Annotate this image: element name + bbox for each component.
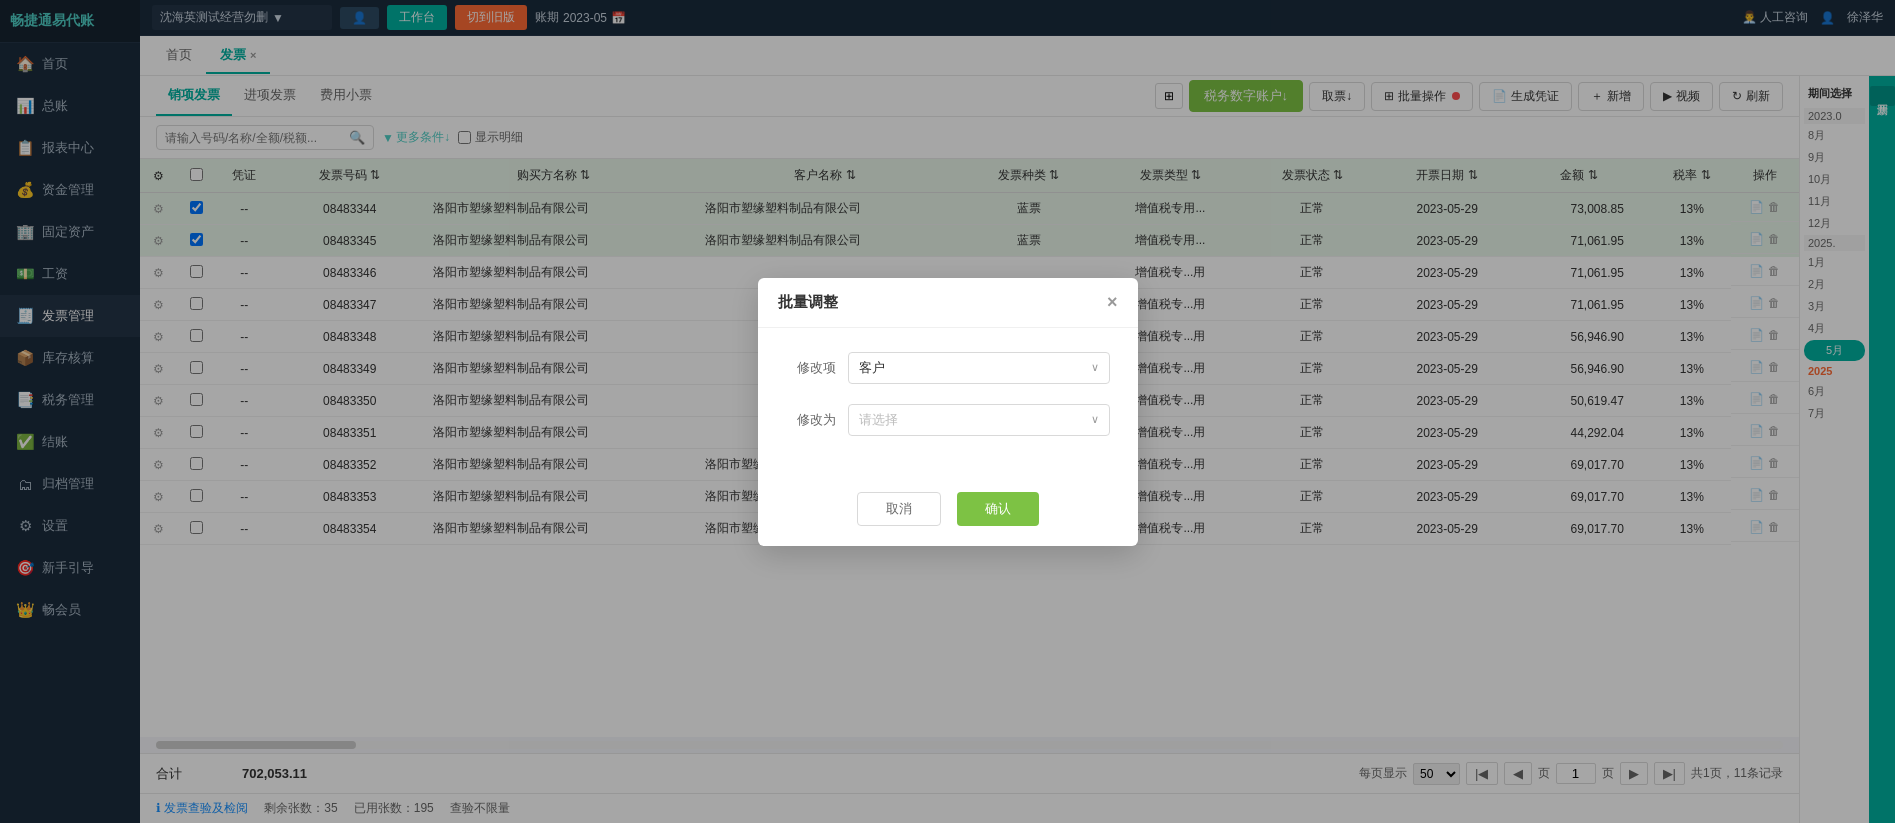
modify-item-chevron: ∨: [1091, 361, 1099, 374]
modal-cancel-btn[interactable]: 取消: [857, 492, 941, 526]
modal-overlay: 批量调整 × 修改项 客户 ∨ 修改为 请选择 ∨ 取消 确认: [0, 0, 1895, 823]
modal-close-btn[interactable]: ×: [1107, 292, 1118, 313]
batch-adjust-modal: 批量调整 × 修改项 客户 ∨ 修改为 请选择 ∨ 取消 确认: [758, 278, 1138, 546]
modal-row-modify-to: 修改为 请选择 ∨: [786, 404, 1110, 436]
modal-confirm-btn[interactable]: 确认: [957, 492, 1039, 526]
modal-row-modify-item: 修改项 客户 ∨: [786, 352, 1110, 384]
modify-item-select[interactable]: 客户 ∨: [848, 352, 1110, 384]
modal-footer: 取消 确认: [758, 480, 1138, 546]
modify-to-placeholder: 请选择: [859, 411, 898, 429]
modify-to-select[interactable]: 请选择 ∨: [848, 404, 1110, 436]
modal-title: 批量调整: [778, 293, 838, 312]
modal-body: 修改项 客户 ∨ 修改为 请选择 ∨: [758, 328, 1138, 480]
modify-item-value: 客户: [859, 359, 885, 377]
modify-to-label: 修改为: [786, 411, 836, 429]
modify-to-chevron: ∨: [1091, 413, 1099, 426]
modify-item-label: 修改项: [786, 359, 836, 377]
modal-header: 批量调整 ×: [758, 278, 1138, 328]
